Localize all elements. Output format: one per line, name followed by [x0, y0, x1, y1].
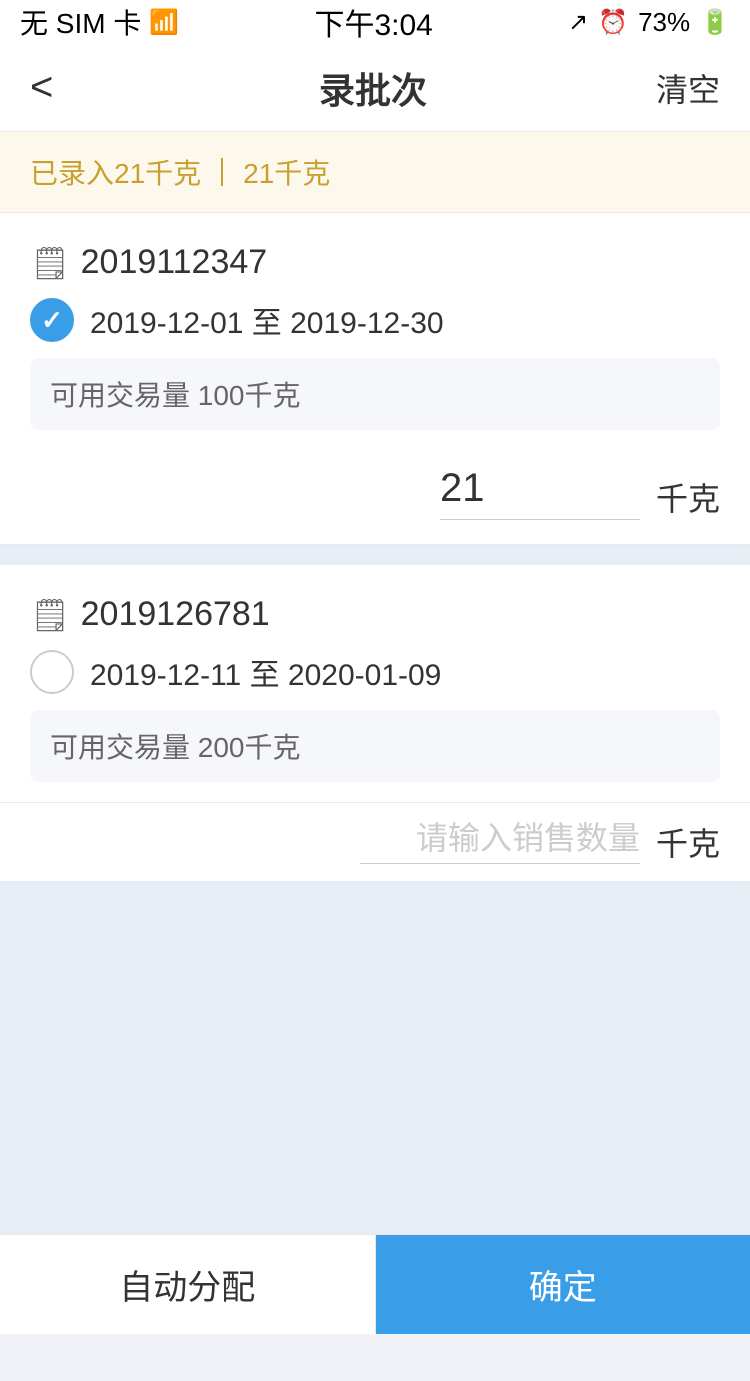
summary-divider [221, 158, 223, 186]
input-quantity-row-2: 千克 [0, 802, 750, 881]
batch-volume-2: 可用交易量 200千克 [30, 710, 720, 782]
section-separator [0, 545, 750, 565]
batch-id-2: 2019126781 [81, 595, 270, 634]
batch-date-row-1: 2019-12-01 至 2019-12-30 [30, 298, 720, 342]
status-time: 下午3:04 [314, 0, 432, 44]
batch-date-1: 2019-12-01 至 2019-12-30 [90, 298, 444, 342]
page-title: 录批次 [319, 62, 427, 114]
batch-radio-2[interactable] [30, 650, 74, 694]
confirm-button[interactable]: 确定 [376, 1235, 750, 1334]
wifi-icon: 📶 [149, 8, 179, 37]
batch-card-1: 🗒 2019112347 2019-12-01 至 2019-12-30 可用交… [0, 213, 750, 545]
batch-doc-icon-1: 🗒 [30, 244, 71, 282]
batch-id-1: 2019112347 [81, 243, 268, 282]
batch-id-row-2: 🗒 2019126781 [30, 595, 720, 634]
batch-date-2: 2019-12-11 至 2020-01-09 [90, 650, 441, 694]
batch-date-row-2: 2019-12-11 至 2020-01-09 [30, 650, 720, 694]
bottom-bar: 自动分配 确定 [0, 1234, 750, 1334]
summary-recorded: 已录入21千克 [30, 152, 201, 192]
batch-radio-1[interactable] [30, 298, 74, 342]
status-right: ↗ ⏰ 73% 🔋 [568, 7, 730, 38]
alarm-icon: ⏰ [598, 8, 628, 37]
batch-doc-icon-2: 🗒 [30, 596, 71, 634]
carrier-label: 无 SIM 卡 [20, 2, 141, 42]
status-bar: 无 SIM 卡 📶 下午3:04 ↗ ⏰ 73% 🔋 [0, 0, 750, 44]
summary-total: 21千克 [243, 152, 330, 192]
battery-icon: 🔋 [700, 8, 730, 37]
quantity-input-2[interactable] [360, 820, 640, 864]
batch-card-2: 🗒 2019126781 2019-12-11 至 2020-01-09 可用交… [0, 565, 750, 881]
batch-id-row-1: 🗒 2019112347 [30, 243, 720, 282]
quantity-value-1: 21 [440, 466, 485, 510]
status-left: 无 SIM 卡 📶 [20, 2, 179, 42]
quantity-wrapper-1: 21 [440, 466, 640, 528]
battery-label: 73% [638, 7, 690, 38]
summary-banner: 已录入21千克 21千克 [0, 132, 750, 213]
clear-button[interactable]: 清空 [656, 65, 720, 111]
quantity-unit-1: 千克 [656, 474, 720, 520]
back-button[interactable]: < [30, 65, 90, 110]
nav-bar: < 录批次 清空 [0, 44, 750, 132]
location-icon: ↗ [568, 8, 588, 37]
batch-volume-1: 可用交易量 100千克 [30, 358, 720, 430]
empty-area [0, 881, 750, 1281]
input-unit-2: 千克 [656, 819, 720, 865]
quantity-row-1: 21 千克 [0, 450, 750, 545]
auto-distribute-button[interactable]: 自动分配 [0, 1235, 376, 1334]
